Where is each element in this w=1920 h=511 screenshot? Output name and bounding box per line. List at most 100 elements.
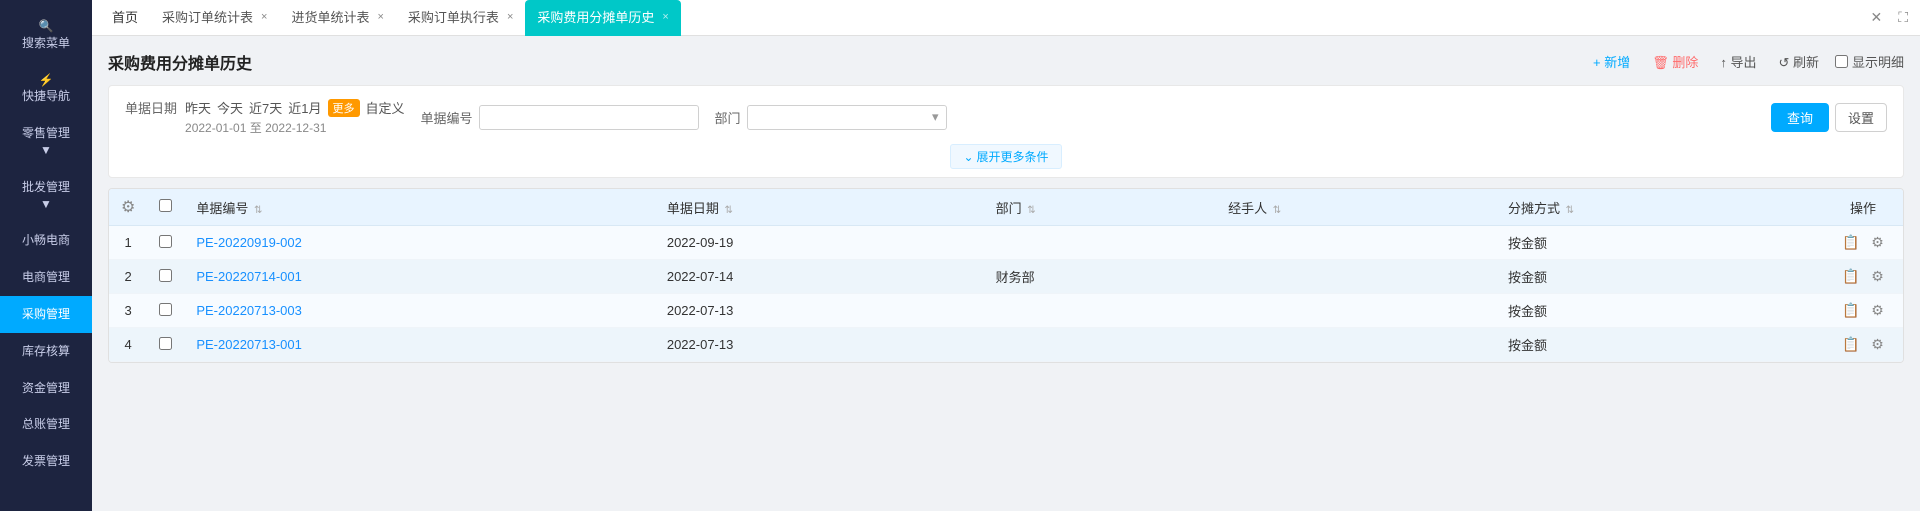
th-gear[interactable]: ⚙ bbox=[109, 189, 147, 226]
dept-select-wrapper: 财务部 bbox=[747, 105, 947, 130]
filter-dates-row: 昨天 今天 近7天 近1月 更多 自定义 bbox=[185, 98, 405, 117]
tab-purchase-exec[interactable]: 采购订单执行表 × bbox=[396, 0, 525, 36]
sort-date-icon[interactable]: ⇅ bbox=[724, 205, 732, 216]
row-ops-2: 📋 ⚙ bbox=[1823, 260, 1903, 294]
close-tab-2-icon[interactable]: × bbox=[377, 11, 383, 23]
tab-bar-right: ✕ ⛶ bbox=[1866, 5, 1912, 30]
delete-button[interactable]: 🗑 删除 bbox=[1646, 48, 1704, 75]
table-container: ⚙ 单据编号 ⇅ 单据日期 ⇅ bbox=[108, 188, 1904, 363]
sidebar-item-ecom[interactable]: 电商管理 bbox=[0, 259, 92, 296]
show-cols-checkbox[interactable]: 显示明细 bbox=[1835, 52, 1904, 71]
tab-purchase-cost-history[interactable]: 采购费用分摊单历史 × bbox=[525, 0, 680, 36]
sidebar-item-finance[interactable]: 资金管理 bbox=[0, 370, 92, 407]
edit-icon-2[interactable]: ⚙ bbox=[1867, 266, 1888, 286]
date-range-text: 2022-01-01 至 2022-12-31 bbox=[185, 119, 405, 136]
th-doc-no[interactable]: 单据编号 ⇅ bbox=[184, 189, 655, 226]
search-menu-icon: 🔍 bbox=[6, 18, 86, 35]
sidebar-item-purchase[interactable]: 采购管理 bbox=[0, 296, 92, 333]
doc-link-3[interactable]: PE-20220713-003 bbox=[196, 303, 302, 318]
sidebar-item-wholesale[interactable]: 批发管理 ▼ bbox=[0, 169, 92, 223]
settings-button[interactable]: 设置 bbox=[1835, 103, 1887, 132]
select-all-checkbox[interactable] bbox=[159, 199, 172, 212]
export-button[interactable]: ↑ 导出 bbox=[1714, 48, 1762, 75]
th-dept-label: 部门 bbox=[996, 201, 1022, 216]
th-dept[interactable]: 部门 ⇅ bbox=[984, 189, 1217, 226]
row-date-1: 2022-09-19 bbox=[655, 226, 984, 260]
tab-bar: 首页 采购订单统计表 × 进货单统计表 × 采购订单执行表 × 采购费用分摊单历… bbox=[92, 0, 1920, 36]
row-check-1[interactable] bbox=[159, 235, 172, 248]
tab-purchase-order-stats[interactable]: 采购订单统计表 × bbox=[150, 0, 279, 36]
sidebar-item-invoice[interactable]: 发票管理 bbox=[0, 443, 92, 480]
row-method-4: 按金额 bbox=[1496, 328, 1823, 362]
sort-doc-no-icon[interactable]: ⇅ bbox=[254, 205, 262, 216]
row-check-2[interactable] bbox=[159, 269, 172, 282]
row-check-3[interactable] bbox=[159, 303, 172, 316]
date-7days[interactable]: 近7天 bbox=[249, 98, 282, 117]
sidebar-item-quicknav[interactable]: ⚡ 快捷导航 bbox=[0, 62, 92, 116]
close-tab-4-icon[interactable]: × bbox=[662, 11, 668, 23]
dept-select[interactable]: 财务部 bbox=[747, 105, 947, 130]
sidebar-item-ecom-small[interactable]: 小畅电商 bbox=[0, 222, 92, 259]
th-date[interactable]: 单据日期 ⇅ bbox=[655, 189, 984, 226]
add-button[interactable]: + 新增 bbox=[1587, 48, 1636, 75]
row-docno-1: PE-20220919-002 bbox=[184, 226, 655, 260]
maximize-icon[interactable]: ⛶ bbox=[1894, 5, 1912, 30]
date-more[interactable]: 更多 bbox=[328, 99, 360, 117]
sidebar-item-retail[interactable]: 零售管理 ▼ bbox=[0, 115, 92, 169]
sort-method-icon[interactable]: ⇅ bbox=[1566, 205, 1574, 216]
edit-icon-4[interactable]: ⚙ bbox=[1867, 334, 1888, 354]
row-ops-3: 📋 ⚙ bbox=[1823, 294, 1903, 328]
gear-icon[interactable]: ⚙ bbox=[121, 199, 135, 216]
close-tab-1-icon[interactable]: × bbox=[261, 11, 267, 23]
row-docno-4: PE-20220713-001 bbox=[184, 328, 655, 362]
th-checkbox bbox=[147, 189, 184, 226]
sort-dept-icon[interactable]: ⇅ bbox=[1027, 205, 1035, 216]
expand-more-button[interactable]: ⌄ 展开更多条件 bbox=[950, 144, 1061, 169]
refresh-button[interactable]: ↺ 刷新 bbox=[1772, 48, 1825, 75]
date-yesterday[interactable]: 昨天 bbox=[185, 98, 211, 117]
th-doc-no-label: 单据编号 bbox=[196, 201, 248, 216]
th-method[interactable]: 分摊方式 ⇅ bbox=[1496, 189, 1823, 226]
row-method-3: 按金额 bbox=[1496, 294, 1823, 328]
table-body: 1 PE-20220919-002 2022-09-19 按金额 📋 ⚙ 2 P… bbox=[109, 226, 1903, 362]
row-num-4: 4 bbox=[109, 328, 147, 362]
view-icon-3[interactable]: 📋 bbox=[1838, 300, 1863, 320]
sidebar-item-search[interactable]: 🔍 搜索菜单 bbox=[0, 8, 92, 62]
view-icon-2[interactable]: 📋 bbox=[1838, 266, 1863, 286]
filter-buttons: 查询 设置 bbox=[1771, 103, 1887, 132]
show-cols-label: 显示明细 bbox=[1852, 52, 1904, 71]
row-handler-4 bbox=[1216, 328, 1496, 362]
doc-num-input[interactable] bbox=[479, 105, 699, 130]
date-1month[interactable]: 近1月 bbox=[288, 98, 321, 117]
row-num-3: 3 bbox=[109, 294, 147, 328]
view-icon-4[interactable]: 📋 bbox=[1838, 334, 1863, 354]
row-check-4[interactable] bbox=[159, 337, 172, 350]
row-method-2: 按金额 bbox=[1496, 260, 1823, 294]
edit-icon-1[interactable]: ⚙ bbox=[1867, 232, 1888, 252]
doc-link-4[interactable]: PE-20220713-001 bbox=[196, 337, 302, 352]
sort-handler-icon[interactable]: ⇅ bbox=[1273, 205, 1281, 216]
close-window-icon[interactable]: ✕ bbox=[1866, 5, 1886, 30]
doc-link-1[interactable]: PE-20220919-002 bbox=[196, 235, 302, 250]
doc-link-2[interactable]: PE-20220714-001 bbox=[196, 269, 302, 284]
doc-num-label: 单据编号 bbox=[421, 108, 473, 127]
row-date-2: 2022-07-14 bbox=[655, 260, 984, 294]
tab-home[interactable]: 首页 bbox=[100, 0, 150, 36]
toolbar: + 新增 🗑 删除 ↑ 导出 ↺ 刷新 显示明细 bbox=[1587, 48, 1904, 75]
date-custom[interactable]: 自定义 bbox=[366, 98, 405, 117]
sidebar-item-inventory[interactable]: 库存核算 bbox=[0, 333, 92, 370]
query-button[interactable]: 查询 bbox=[1771, 103, 1829, 132]
close-tab-3-icon[interactable]: × bbox=[507, 11, 513, 23]
sidebar-item-general-ledger[interactable]: 总账管理 bbox=[0, 406, 92, 443]
view-icon-1[interactable]: 📋 bbox=[1838, 232, 1863, 252]
row-date-4: 2022-07-13 bbox=[655, 328, 984, 362]
date-today[interactable]: 今天 bbox=[217, 98, 243, 117]
th-handler[interactable]: 经手人 ⇅ bbox=[1216, 189, 1496, 226]
tab-inbound-stats[interactable]: 进货单统计表 × bbox=[279, 0, 395, 36]
row-checkbox-4 bbox=[147, 328, 184, 362]
edit-icon-3[interactable]: ⚙ bbox=[1867, 300, 1888, 320]
th-date-label: 单据日期 bbox=[667, 201, 719, 216]
show-cols-check[interactable] bbox=[1835, 55, 1848, 68]
date-label: 单据日期 bbox=[125, 98, 177, 117]
expand-more-row: ⌄ 展开更多条件 bbox=[125, 144, 1887, 169]
